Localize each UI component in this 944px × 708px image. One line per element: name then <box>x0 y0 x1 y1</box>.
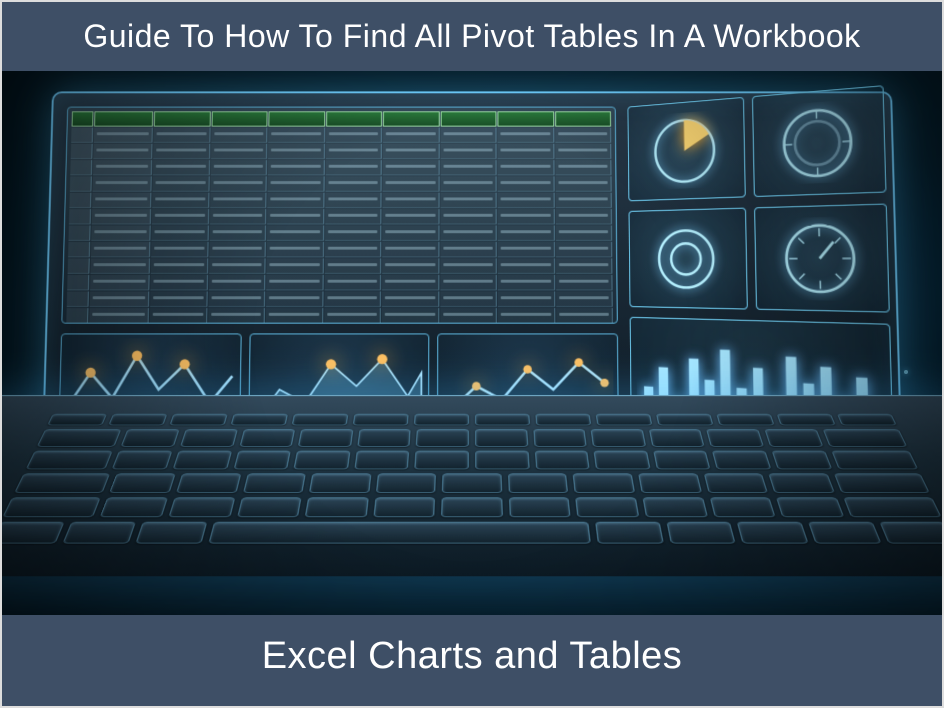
main-panel <box>58 107 618 430</box>
spreadsheet-grid <box>61 107 618 324</box>
header-title: Guide To How To Find All Pivot Tables In… <box>83 18 860 54</box>
footer-banner: Excel Charts and Tables <box>2 615 942 706</box>
laptop-keyboard <box>2 395 942 576</box>
donut-chart-icon <box>629 208 748 310</box>
clock-gauge-icon <box>754 204 890 313</box>
promo-card: Guide To How To Find All Pivot Tables In… <box>0 0 944 708</box>
header-banner: Guide To How To Find All Pivot Tables In… <box>2 2 942 71</box>
laptop-screen <box>42 91 902 445</box>
footer-title: Excel Charts and Tables <box>262 635 683 677</box>
radial-gauge-icon <box>751 85 886 197</box>
pie-chart-icon <box>627 97 745 202</box>
hero-illustration <box>2 71 942 615</box>
